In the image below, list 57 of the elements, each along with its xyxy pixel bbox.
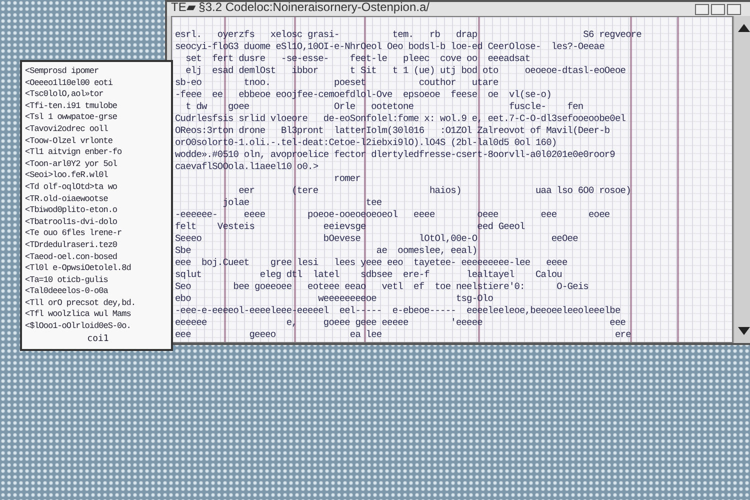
text-line: OReos:3rton drone Bl3pront latterIolm(30l016 :O1ZOl Zalreovot of Mavil(Deer-b bbox=[175, 125, 610, 137]
text-line: orO0solort0-1.oli.-.tel-deat:Cetoe-l2iebxi9lO).lO4S (2bl-lal0d5 0ol 160) bbox=[175, 137, 557, 149]
text-line: eee boj.Cueet gree lesi lees yeee eeo tayetee- eeeeeeeee-lee eeee bbox=[175, 257, 568, 269]
window-title: TE▰ §3.2 Codeloc:Noineraisornery-Ostenpion.a/ bbox=[171, 1, 430, 14]
text-line: <Ta=10 oticb-gulis bbox=[25, 274, 108, 286]
text-line: <Tsl 1 owwpatoe-grse bbox=[25, 112, 118, 124]
text-line: t dw goee Orle ootetone fuscle- fen bbox=[184, 101, 584, 113]
text-line: <Toow-Olzel vrlonte bbox=[25, 136, 112, 148]
text-line: sqlut eleg dtl latel sdbsee ere-f lealtayel Calou bbox=[175, 269, 562, 281]
text-line: <Semprosd ipomer bbox=[25, 66, 99, 78]
text-line: <Te ouo 6fles lrene-r bbox=[25, 228, 122, 240]
text-line: eer (tere haios) uaa lso 6O0 rosoe) bbox=[238, 185, 631, 197]
text-line: -feee ee ebbeoe eoojfee-cemoefdlol-Ove epsoeoe feese oe vl(se-o) bbox=[175, 89, 552, 101]
text-line: seocyi-floG3 duome eSl1O,10OI-e-NhrOeol Oeo bodsl-b loe-ed CeerOlose- les?-Oeeae bbox=[175, 41, 604, 53]
text-line: <Taeod-oel.con-bosed bbox=[25, 252, 118, 264]
text-line: <Oeeeo1l10el00 eoti bbox=[25, 78, 112, 90]
text-line: elj esad demlOst ibbor t Sit t 1 (ue) utj bod oto oeoeoe-dtasl-eoOeoe bbox=[184, 65, 626, 77]
scrollbar[interactable] bbox=[733, 16, 750, 343]
text-line: <Tavovi2odrec ooll bbox=[25, 124, 108, 136]
text-line: ebo weeeeeeeeoe tsg-Olo bbox=[175, 293, 494, 305]
text-line: Sbe ae oomeslee, eeal) bbox=[175, 245, 478, 257]
text-line: <Tl0l e-OpwsiOetolel.8d bbox=[25, 263, 131, 275]
text-line: <TR.old-oiaewootse bbox=[25, 194, 108, 206]
text-line: <Seoi>loo.feR.wl0l bbox=[25, 170, 108, 182]
minimize-button[interactable] bbox=[727, 4, 741, 14]
text-line: <Toon-arl0Y2 yor 5ol bbox=[25, 158, 118, 170]
text-line: <Tll orO precsot dey,bd. bbox=[25, 298, 136, 310]
text-line: <Td olf-oqlOtd>ta wo bbox=[25, 182, 118, 194]
text-line: sb-eo tnoo. poeset couthor utare bbox=[175, 77, 498, 89]
maximize-button[interactable] bbox=[711, 4, 725, 14]
scroll-up-icon[interactable] bbox=[738, 24, 750, 32]
text-line: felt Vesteis eeievsge eed Geeol bbox=[175, 221, 525, 233]
text-line: jolae tee bbox=[222, 197, 382, 209]
text-line: <Tbiwod0plito-eton.o bbox=[25, 205, 118, 217]
text-line: romer bbox=[333, 173, 361, 185]
text-line: <Tsc0lolO,aol»tor bbox=[25, 89, 104, 101]
text-line: <Tal0deeelos-0-o0a bbox=[25, 286, 108, 298]
text-line: eeeeee e, goeee geee eeeee 'eeeee eee bbox=[175, 317, 626, 329]
text-line: caevaflSOOola.l1aeel10 o0.> bbox=[175, 161, 318, 173]
text-line: Seeeo bOevese lOtOl,00e-O eeOee bbox=[175, 233, 578, 245]
text-line: -eeeeee- eeee poeoe-ooeoeoeoeol eeee oeee eee eoee bbox=[175, 209, 610, 221]
restore-button[interactable] bbox=[695, 4, 709, 14]
panel-footer: coi1 bbox=[87, 332, 109, 345]
text-line: esrl. oyerzfs xelosc grasi- tem. rb drap S6 regveore bbox=[175, 29, 642, 41]
text-line: <Tbatrool1s-dvi-dolo bbox=[25, 216, 118, 228]
text-line: -eee-e-eeeeol-eeeeleee-eeeeel eel----- e-ebeoe----- eeeeleeleoe,beeoeeleeoleeelbe bbox=[175, 305, 620, 317]
text-line: <Tfi-ten.i91 tmulobe bbox=[25, 100, 118, 112]
text-line: eee geeeo ea lee ere bbox=[175, 329, 631, 341]
text-line: <Tl1 aitvign enber-fo bbox=[25, 147, 122, 159]
text-line: <TDrdedulraseri.tez0 bbox=[25, 240, 118, 252]
scroll-down-icon[interactable] bbox=[738, 327, 750, 335]
text-line: Seo bee goeeoee eoteee eeao vetl ef toe neelstiere'0: O-Geis bbox=[175, 281, 588, 293]
text-line: wodde».#0510 oln, avoproelice fector dlertyledfresse-csert-8oorvll-a0l0201e0e0roor9 bbox=[175, 149, 615, 161]
text-line: set fert dusre -se-esse- feet-le pleec cove oo eeeadsat bbox=[184, 53, 530, 65]
text-line: <$lOoo1-oOlrloid0eS-0o. bbox=[25, 321, 131, 333]
text-line: Cudrlesfsis srlid vloeore de-eoSonfolel:fome x: wol.9 e, eet.7-C-O-dl3sefooeoobe0el bbox=[175, 113, 626, 125]
text-line: <Tfl woolzlica wul Mams bbox=[25, 309, 131, 322]
